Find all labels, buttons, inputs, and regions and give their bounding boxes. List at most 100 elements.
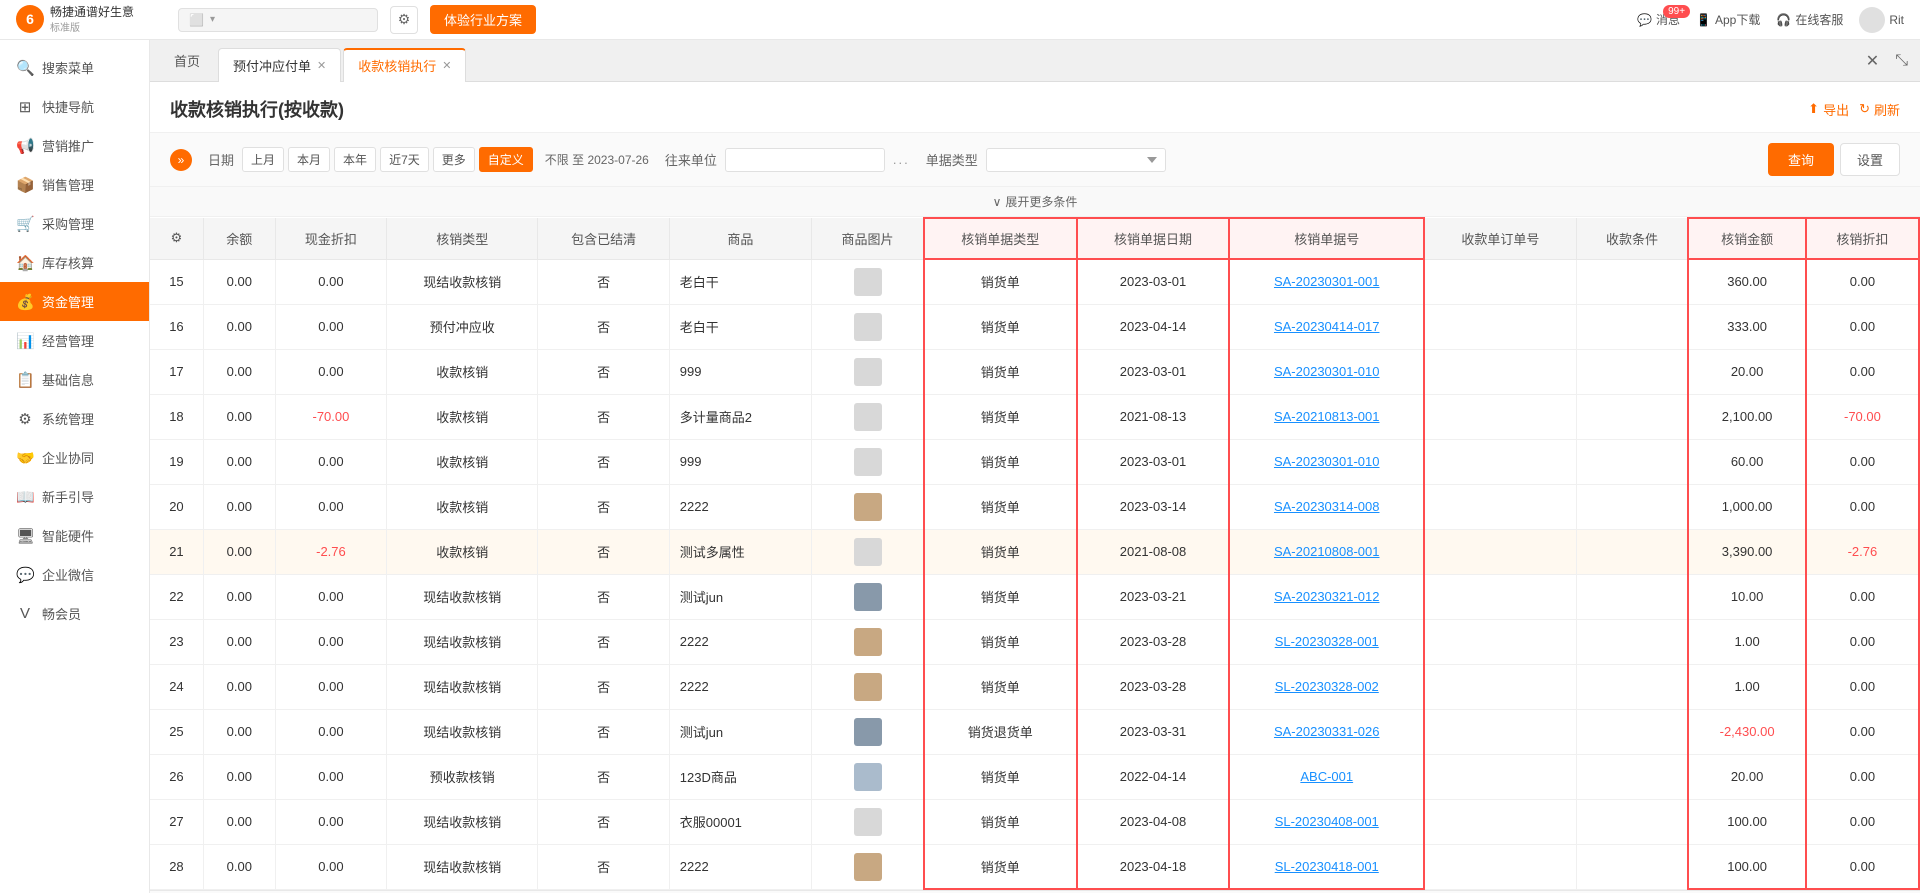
- collapse-filter-icon[interactable]: »: [170, 149, 192, 171]
- cell-bill-date: 2023-04-08: [1077, 799, 1230, 844]
- cell-bill-type: 销货单: [924, 259, 1077, 304]
- tab-prepay[interactable]: 预付冲应付单 ✕: [218, 48, 341, 82]
- cell-bill-no[interactable]: ABC-001: [1229, 754, 1424, 799]
- sidebar-item-system[interactable]: ⚙ 系统管理: [0, 399, 149, 438]
- cell-bill-no[interactable]: SA-20210808-001: [1229, 529, 1424, 574]
- logo-icon: 6: [16, 5, 44, 33]
- close-all-icon[interactable]: ✕: [1862, 47, 1883, 75]
- bill-type-select[interactable]: [986, 148, 1166, 172]
- refresh-icon: ↻: [1859, 101, 1870, 117]
- tab-verify[interactable]: 收款核销执行 ✕: [343, 48, 466, 82]
- cell-verify-type: 预收款核销: [387, 754, 538, 799]
- tab-home[interactable]: 首页: [158, 43, 216, 78]
- more-dots: ...: [893, 152, 910, 167]
- cell-product: 老白干: [669, 259, 811, 304]
- th-balance: 余额: [203, 218, 275, 259]
- sidebar-item-inventory[interactable]: 🏠 库存核算: [0, 243, 149, 282]
- cell-bill-date: 2023-03-31: [1077, 709, 1230, 754]
- export-label: 导出: [1823, 100, 1849, 119]
- megaphone-icon: 📢: [16, 137, 34, 155]
- cell-bill-no[interactable]: SA-20230331-026: [1229, 709, 1424, 754]
- app-download-button[interactable]: 📱 App下载: [1696, 11, 1760, 28]
- date-btn-custom[interactable]: 自定义: [479, 147, 533, 172]
- date-btn-7days[interactable]: 近7天: [380, 147, 429, 172]
- cell-no: 17: [150, 349, 203, 394]
- industry-button[interactable]: 体验行业方案: [430, 5, 536, 34]
- sidebar-item-hardware[interactable]: 🖥 智能硬件: [0, 516, 149, 555]
- cell-bill-date: 2023-03-01: [1077, 439, 1230, 484]
- th-settings[interactable]: ⚙: [150, 218, 203, 259]
- sidebar-item-basics[interactable]: 📋 基础信息: [0, 360, 149, 399]
- cell-verify-type: 收款核销: [387, 529, 538, 574]
- sidebar-item-operations[interactable]: 📊 经营管理: [0, 321, 149, 360]
- cell-bill-type: 销货单: [924, 349, 1077, 394]
- user-area[interactable]: Rit: [1859, 7, 1904, 33]
- table-row: 23 0.00 0.00 现结收款核销 否 2222 销货单 2023-03-2…: [150, 619, 1919, 664]
- sidebar-item-marketing[interactable]: 📢 营销推广: [0, 126, 149, 165]
- export-icon: ⬆: [1808, 101, 1819, 117]
- from-unit-input[interactable]: [725, 148, 885, 172]
- cell-bill-no[interactable]: SL-20230328-001: [1229, 619, 1424, 664]
- cell-balance: 0.00: [203, 304, 275, 349]
- cell-product-img: [812, 259, 924, 304]
- cell-verify-amount: 10.00: [1688, 574, 1805, 619]
- query-button[interactable]: 查询: [1768, 143, 1834, 176]
- sidebar-item-wechat[interactable]: 💬 企业微信: [0, 555, 149, 594]
- tab-verify-close[interactable]: ✕: [442, 59, 451, 72]
- sidebar-item-enterprise[interactable]: 🤝 企业协同: [0, 438, 149, 477]
- export-button[interactable]: ⬆ 导出: [1808, 100, 1849, 119]
- th-payment-cond: 收款条件: [1576, 218, 1688, 259]
- sidebar-item-finance[interactable]: 💰 资金管理: [0, 282, 149, 321]
- cell-bill-no[interactable]: SA-20230301-010: [1229, 349, 1424, 394]
- cell-cash-discount: 0.00: [275, 799, 387, 844]
- sidebar-item-shortcut[interactable]: ⊞ 快捷导航: [0, 87, 149, 126]
- cell-bill-no[interactable]: SL-20230418-001: [1229, 844, 1424, 889]
- date-btn-more[interactable]: 更多: [433, 147, 475, 172]
- cell-product-img: [812, 439, 924, 484]
- date-btn-this-month[interactable]: 本月: [288, 147, 330, 172]
- sidebar-item-vip[interactable]: V 畅会员: [0, 594, 149, 633]
- cell-verify-type: 现结收款核销: [387, 664, 538, 709]
- sidebar-item-sales[interactable]: 📦 销售管理: [0, 165, 149, 204]
- cell-verify-type: 收款核销: [387, 349, 538, 394]
- sidebar-item-guide[interactable]: 📖 新手引导: [0, 477, 149, 516]
- message-button[interactable]: 💬 消息 99+: [1637, 11, 1680, 28]
- cell-bill-no[interactable]: SA-20230301-001: [1229, 259, 1424, 304]
- table-row: 18 0.00 -70.00 收款核销 否 多计量商品2 销货单 2021-08…: [150, 394, 1919, 439]
- cell-bill-no[interactable]: SA-20230314-008: [1229, 484, 1424, 529]
- cell-product-img: [812, 799, 924, 844]
- sidebar-item-purchase[interactable]: 🛒 采购管理: [0, 204, 149, 243]
- expand-conditions-button[interactable]: ∨ 展开更多条件: [993, 193, 1078, 210]
- cell-bill-date: 2023-03-01: [1077, 349, 1230, 394]
- refresh-button[interactable]: ↻ 刷新: [1859, 100, 1900, 119]
- sidebar-label-sales: 销售管理: [42, 175, 94, 194]
- cell-bill-date: 2023-03-14: [1077, 484, 1230, 529]
- sidebar-label-operations: 经营管理: [42, 331, 94, 350]
- tab-prepay-close[interactable]: ✕: [317, 59, 326, 72]
- cell-no: 28: [150, 844, 203, 889]
- table-row: 26 0.00 0.00 预收款核销 否 123D商品 销货单 2022-04-…: [150, 754, 1919, 799]
- cell-verify-amount: 333.00: [1688, 304, 1805, 349]
- online-service-button[interactable]: 🎧 在线客服: [1776, 11, 1843, 28]
- filter-settings-button[interactable]: 设置: [1840, 143, 1900, 176]
- search-box[interactable]: ⬜ ▾: [178, 8, 378, 32]
- cell-bill-no[interactable]: SA-20230414-017: [1229, 304, 1424, 349]
- cell-balance: 0.00: [203, 754, 275, 799]
- cell-bill-no[interactable]: SL-20230408-001: [1229, 799, 1424, 844]
- cell-no: 24: [150, 664, 203, 709]
- settings-icon[interactable]: ⚙: [390, 6, 418, 34]
- cell-bill-no[interactable]: SL-20230328-002: [1229, 664, 1424, 709]
- cell-verify-discount: 0.00: [1806, 799, 1919, 844]
- cell-cash-discount: 0.00: [275, 349, 387, 394]
- logo-sub: 标准版: [50, 19, 134, 34]
- cell-bill-no[interactable]: SA-20210813-001: [1229, 394, 1424, 439]
- expand-tabs-icon[interactable]: ⤡: [1891, 48, 1912, 74]
- th-product-img: 商品图片: [812, 218, 924, 259]
- sidebar-item-search[interactable]: 🔍 搜索菜单: [0, 48, 149, 87]
- date-btn-this-year[interactable]: 本年: [334, 147, 376, 172]
- cell-product: 衣服00001: [669, 799, 811, 844]
- date-btn-last-month[interactable]: 上月: [242, 147, 284, 172]
- sidebar-label-basics: 基础信息: [42, 370, 94, 389]
- cell-bill-no[interactable]: SA-20230301-010: [1229, 439, 1424, 484]
- cell-bill-no[interactable]: SA-20230321-012: [1229, 574, 1424, 619]
